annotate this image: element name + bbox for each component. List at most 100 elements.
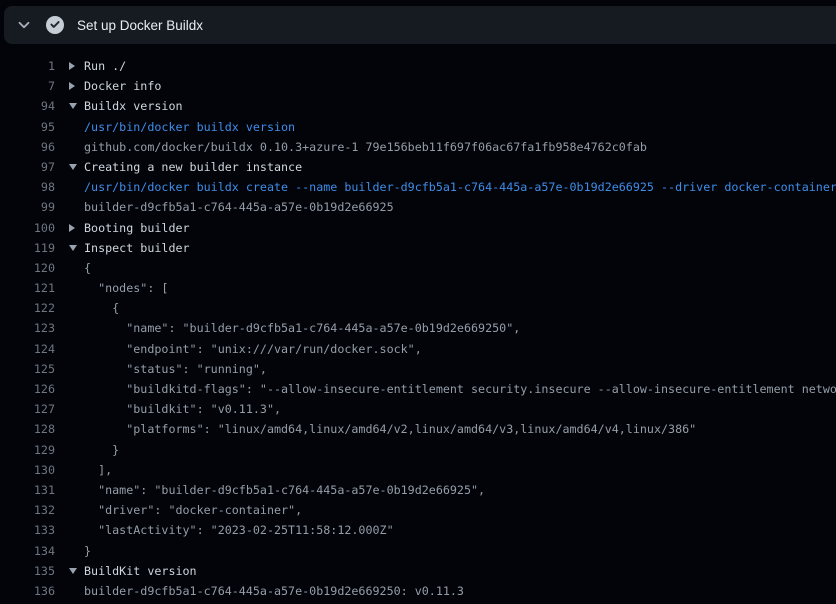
group-collapsed-arrow-icon[interactable]: [69, 62, 75, 70]
log-text: "status": "running",: [84, 359, 267, 379]
line-number[interactable]: 121: [0, 278, 55, 298]
log-text: {: [84, 258, 91, 278]
log-text: "platforms": "linux/amd64,linux/amd64/v2…: [84, 419, 696, 439]
log-text: "buildkit": "v0.11.3",: [84, 399, 281, 419]
group-expanded-arrow-icon[interactable]: [69, 164, 77, 170]
line-number[interactable]: 133: [0, 520, 55, 540]
log-line: 124 "endpoint": "unix:///var/run/docker.…: [0, 339, 836, 359]
log-text: "nodes": [: [84, 278, 168, 298]
log-line: 130 ],: [0, 460, 836, 480]
line-number[interactable]: 1: [0, 56, 55, 76]
group-title[interactable]: Booting builder: [84, 218, 190, 238]
log-text: ],: [84, 460, 112, 480]
check-circle-icon: [46, 16, 64, 34]
group-collapsed-arrow-icon[interactable]: [69, 224, 75, 232]
command-text: /usr/bin/docker buildx create --name bui…: [84, 177, 836, 197]
line-number[interactable]: 99: [0, 197, 55, 217]
group-expanded-arrow-icon[interactable]: [69, 245, 77, 251]
line-number[interactable]: 136: [0, 581, 55, 601]
log-line: 128 "platforms": "linux/amd64,linux/amd6…: [0, 419, 836, 439]
log-text: }: [84, 541, 91, 561]
log-text: builder-d9cfb5a1-c764-445a-a57e-0b19d2e6…: [84, 197, 394, 217]
gutter: [55, 224, 84, 232]
log-line: 125 "status": "running",: [0, 359, 836, 379]
line-number[interactable]: 123: [0, 318, 55, 338]
log-text: {: [84, 298, 119, 318]
line-number[interactable]: 130: [0, 460, 55, 480]
log-line: 95/usr/bin/docker buildx version: [0, 117, 836, 137]
log-text: "name": "builder-d9cfb5a1-c764-445a-a57e…: [84, 318, 520, 338]
group-title[interactable]: Docker info: [84, 76, 161, 96]
line-number[interactable]: 134: [0, 541, 55, 561]
log-line: 100 Booting builder: [0, 218, 836, 238]
log-line: 127 "buildkit": "v0.11.3",: [0, 399, 836, 419]
log-text: github.com/docker/buildx 0.10.3+azure-1 …: [84, 137, 647, 157]
step-title: Set up Docker Buildx: [77, 18, 203, 33]
line-number[interactable]: 127: [0, 399, 55, 419]
log-text: "lastActivity": "2023-02-25T11:58:12.000…: [84, 520, 394, 540]
log-line: 123 "name": "builder-d9cfb5a1-c764-445a-…: [0, 318, 836, 338]
line-number[interactable]: 129: [0, 440, 55, 460]
log-text: "driver": "docker-container",: [84, 500, 302, 520]
line-number[interactable]: 98: [0, 177, 55, 197]
line-number[interactable]: 96: [0, 137, 55, 157]
group-expanded-arrow-icon[interactable]: [69, 568, 77, 574]
line-number[interactable]: 100: [0, 218, 55, 238]
log-line: 135 BuildKit version: [0, 561, 836, 581]
line-number[interactable]: 135: [0, 561, 55, 581]
gutter: [55, 164, 84, 170]
line-number[interactable]: 120: [0, 258, 55, 278]
log-line: 132 "driver": "docker-container",: [0, 500, 836, 520]
line-number[interactable]: 119: [0, 238, 55, 258]
log-text: "endpoint": "unix:///var/run/docker.sock…: [84, 339, 422, 359]
log-line: 94 Buildx version: [0, 96, 836, 116]
log-text: }: [84, 440, 119, 460]
log-line: 122 {: [0, 298, 836, 318]
line-number[interactable]: 97: [0, 157, 55, 177]
log-line: 129 }: [0, 440, 836, 460]
group-expanded-arrow-icon[interactable]: [69, 103, 77, 109]
group-title[interactable]: Creating a new builder instance: [84, 157, 302, 177]
log-line: 120 {: [0, 258, 836, 278]
line-number[interactable]: 125: [0, 359, 55, 379]
gutter: [55, 62, 84, 70]
log-line: 134}: [0, 541, 836, 561]
step-header[interactable]: Set up Docker Buildx: [4, 6, 836, 44]
gutter: [55, 103, 84, 109]
gutter: [55, 82, 84, 90]
line-number[interactable]: 94: [0, 96, 55, 116]
log-line: 133 "lastActivity": "2023-02-25T11:58:12…: [0, 520, 836, 540]
command-text: /usr/bin/docker buildx version: [84, 117, 295, 137]
group-title[interactable]: Buildx version: [84, 96, 183, 116]
log-line: 119 Inspect builder: [0, 238, 836, 258]
line-number[interactable]: 128: [0, 419, 55, 439]
log-line: 121 "nodes": [: [0, 278, 836, 298]
line-number[interactable]: 126: [0, 379, 55, 399]
log-line: 126 "buildkitd-flags": "--allow-insecure…: [0, 379, 836, 399]
log-line: 7 Docker info: [0, 76, 836, 96]
log-line: 136 builder-d9cfb5a1-c764-445a-a57e-0b19d…: [0, 581, 836, 601]
log-line: 97 Creating a new builder instance: [0, 157, 836, 177]
line-number[interactable]: 124: [0, 339, 55, 359]
log-text: "name": "builder-d9cfb5a1-c764-445a-a57e…: [84, 480, 485, 500]
line-number[interactable]: 122: [0, 298, 55, 318]
log-line: 99 builder-d9cfb5a1-c764-445a-a57e-0b19d2…: [0, 197, 836, 217]
group-collapsed-arrow-icon[interactable]: [69, 82, 75, 90]
line-number[interactable]: 7: [0, 76, 55, 96]
line-number[interactable]: 95: [0, 117, 55, 137]
log-line: 1 Run ./: [0, 56, 836, 76]
chevron-down-icon[interactable]: [12, 13, 36, 37]
gutter: [55, 568, 84, 574]
group-title[interactable]: Run ./: [84, 56, 126, 76]
log-text: "buildkitd-flags": "--allow-insecure-ent…: [84, 379, 836, 399]
gutter: [55, 245, 84, 251]
log-line: 98/usr/bin/docker buildx create --name b…: [0, 177, 836, 197]
log-output: 1Run ./7Docker info94Buildx version95/us…: [0, 44, 836, 604]
line-number[interactable]: 131: [0, 480, 55, 500]
log-line: 131 "name": "builder-d9cfb5a1-c764-445a-…: [0, 480, 836, 500]
log-line: 96 github.com/docker/buildx 0.10.3+azure-…: [0, 137, 836, 157]
line-number[interactable]: 132: [0, 500, 55, 520]
log-text: builder-d9cfb5a1-c764-445a-a57e-0b19d2e6…: [84, 581, 464, 601]
group-title[interactable]: BuildKit version: [84, 561, 197, 581]
group-title[interactable]: Inspect builder: [84, 238, 190, 258]
